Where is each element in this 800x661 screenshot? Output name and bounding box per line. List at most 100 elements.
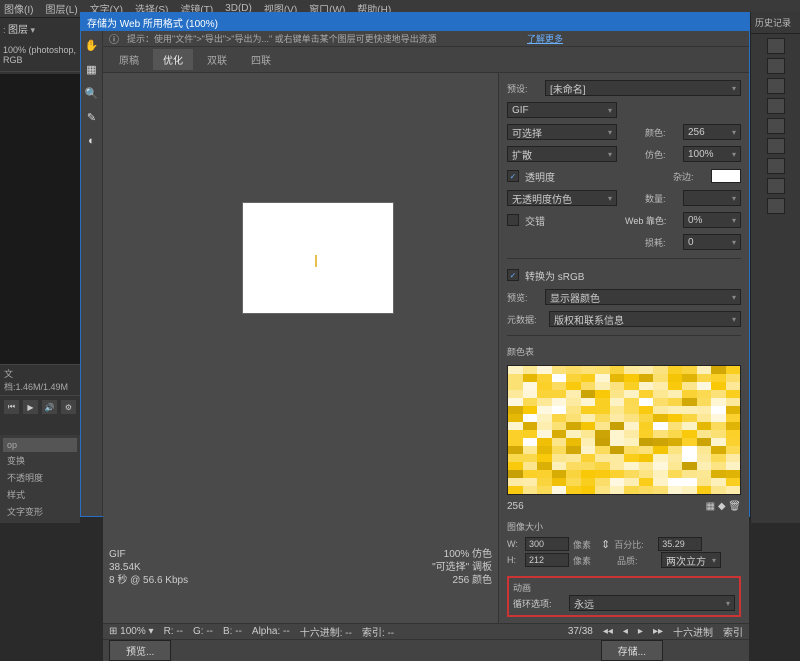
options-bar: : 图层 ▾ bbox=[0, 18, 80, 39]
loop-select[interactable]: 永远 bbox=[569, 595, 735, 611]
interlace-checkbox[interactable] bbox=[507, 214, 519, 226]
lossy-label: 损耗: bbox=[645, 236, 677, 249]
zoom-select[interactable]: ⊞ 100% ▾ bbox=[109, 626, 154, 637]
frame-next-icon[interactable]: ▸ bbox=[638, 626, 643, 637]
link-icon[interactable]: ⇕ bbox=[601, 538, 610, 551]
play-icon[interactable]: ▶ bbox=[23, 400, 38, 414]
status-bar: ⊞ 100% ▾ R: -- G: -- B: -- Alpha: -- 十六进… bbox=[103, 623, 749, 639]
matte-label: 杂边: bbox=[673, 170, 705, 183]
preview-info-left: GIF 38.54K 8 秒 @ 56.6 Kbps bbox=[109, 548, 188, 587]
document-tab[interactable]: 100% (photoshop, RGB bbox=[0, 39, 80, 72]
interlace-label: 交错 bbox=[525, 213, 545, 228]
tab-4up[interactable]: 四联 bbox=[241, 49, 281, 70]
srgb-checkbox[interactable]: ✓ bbox=[507, 269, 519, 281]
preview-tabs: 原稿 优化 双联 四联 bbox=[103, 47, 749, 73]
slice-tool-icon[interactable]: ▦ bbox=[84, 61, 100, 77]
format-select[interactable]: GIF bbox=[507, 102, 617, 118]
panel-icon[interactable] bbox=[767, 118, 785, 134]
matte-swatch[interactable] bbox=[711, 169, 741, 183]
loop-label: 循环选项: bbox=[513, 597, 563, 610]
color-picker-icon[interactable]: ◐ bbox=[84, 133, 100, 149]
menu-item[interactable]: 图层(L) bbox=[45, 1, 77, 16]
panel-item[interactable]: 样式 bbox=[3, 486, 77, 503]
doc-status: 文档:1.46M/1.49M bbox=[0, 364, 80, 395]
timeline-controls: ⏮ ▶ 🔊 ⚙ bbox=[0, 395, 80, 418]
b-value: B: -- bbox=[223, 626, 242, 637]
zoom-tool-icon[interactable]: 🔍 bbox=[84, 85, 100, 101]
diffusion-select[interactable]: 扩散 bbox=[507, 146, 617, 162]
panel-icon[interactable] bbox=[767, 138, 785, 154]
color-table[interactable] bbox=[507, 365, 741, 495]
info-icon: ⓘ bbox=[109, 31, 119, 46]
settings-icon[interactable]: ⚙ bbox=[61, 400, 76, 414]
percent-input[interactable] bbox=[658, 537, 702, 551]
websnap-label: Web 靠色: bbox=[625, 214, 677, 227]
colors-label: 颜色: bbox=[645, 126, 677, 139]
height-input[interactable] bbox=[525, 553, 569, 567]
properties-panel: op 变换 不透明度 样式 文字变形 bbox=[0, 435, 80, 523]
r-value: R: -- bbox=[164, 626, 183, 637]
tab-2up[interactable]: 双联 bbox=[197, 49, 237, 70]
dialog-toolbar: ✋ ▦ 🔍 ✎ ◐ bbox=[81, 31, 103, 516]
g-value: G: -- bbox=[193, 626, 213, 637]
panel-item[interactable]: 文字变形 bbox=[3, 503, 77, 520]
preview-button[interactable]: 预览... bbox=[109, 640, 171, 661]
trans-dither-select[interactable]: 无透明度仿色 bbox=[507, 190, 617, 206]
amount-input[interactable] bbox=[683, 190, 741, 206]
transparency-checkbox[interactable]: ✓ bbox=[507, 170, 519, 182]
frame-back-icon[interactable]: ◂◂ bbox=[603, 626, 613, 637]
px-unit2: 像素 bbox=[573, 554, 597, 567]
panel-icon[interactable] bbox=[767, 178, 785, 194]
right-panels: 历史记录 bbox=[750, 12, 800, 523]
color-table-label: 颜色表 bbox=[507, 345, 741, 358]
save-button[interactable]: 存储... bbox=[601, 640, 663, 661]
websnap-select[interactable]: 0% bbox=[683, 212, 741, 228]
tab-original[interactable]: 原稿 bbox=[109, 49, 149, 70]
preview-info-right: 100% 仿色 "可选择" 调板 256 颜色 bbox=[432, 548, 492, 587]
ct-count: 256 bbox=[507, 501, 524, 512]
panel-item[interactable]: 不透明度 bbox=[3, 469, 77, 486]
image-preview[interactable] bbox=[243, 203, 393, 313]
audio-icon[interactable]: 🔊 bbox=[42, 400, 57, 414]
srgb-label: 转换为 sRGB bbox=[525, 268, 584, 283]
quality-select[interactable]: 两次立方 bbox=[661, 552, 721, 568]
hand-tool-icon[interactable]: ✋ bbox=[84, 37, 100, 53]
panel-tab[interactable]: op bbox=[3, 438, 77, 452]
dialog-title: 存储为 Web 所用格式 (100%) bbox=[81, 13, 749, 31]
frame-fwd-icon[interactable]: ▸▸ bbox=[653, 626, 663, 637]
save-for-web-dialog: 存储为 Web 所用格式 (100%) ✋ ▦ 🔍 ✎ ◐ ⓘ 提示：使用"文件… bbox=[80, 12, 750, 517]
panel-icon[interactable] bbox=[767, 58, 785, 74]
main-canvas-area bbox=[0, 74, 80, 364]
preset-label: 预设: bbox=[507, 82, 539, 95]
play-prev-icon[interactable]: ⏮ bbox=[4, 400, 19, 414]
panel-icon[interactable] bbox=[767, 98, 785, 114]
dither-select[interactable]: 100% bbox=[683, 146, 741, 162]
hex-label: 十六进制 bbox=[673, 624, 713, 639]
preview-mode-label: 预览: bbox=[507, 291, 539, 304]
panel-icon[interactable] bbox=[767, 158, 785, 174]
menu-item[interactable]: 图像(I) bbox=[4, 1, 33, 16]
preset-select[interactable]: [未命名] bbox=[545, 80, 741, 96]
frame-prev-icon[interactable]: ◂ bbox=[623, 626, 628, 637]
ct-tools-icon[interactable]: ▦ ◆ 🗑 bbox=[706, 501, 741, 512]
panel-icon[interactable] bbox=[767, 78, 785, 94]
w-label: W: bbox=[507, 539, 521, 549]
hint-text: 提示：使用"文件">"导出">"导出为..." 或右键单击某个图层可更快速地导出… bbox=[127, 32, 437, 45]
width-input[interactable] bbox=[525, 537, 569, 551]
index-label: 索引 bbox=[723, 624, 743, 639]
panel-item[interactable]: 变换 bbox=[3, 452, 77, 469]
metadata-select[interactable]: 版权和联系信息 bbox=[549, 311, 741, 327]
learn-more-link[interactable]: 了解更多 bbox=[527, 32, 563, 45]
percent-label: 百分比: bbox=[614, 538, 654, 551]
reduction-select[interactable]: 可选择 bbox=[507, 124, 617, 140]
panel-icon[interactable] bbox=[767, 198, 785, 214]
eyedropper-icon[interactable]: ✎ bbox=[84, 109, 100, 125]
history-panel-label[interactable]: 历史记录 bbox=[751, 12, 800, 34]
h-label: H: bbox=[507, 555, 521, 565]
lossy-input[interactable]: 0 bbox=[683, 234, 741, 250]
panel-icon[interactable] bbox=[767, 38, 785, 54]
tab-optimized[interactable]: 优化 bbox=[153, 49, 193, 70]
preview-mode-select[interactable]: 显示器颜色 bbox=[545, 289, 741, 305]
colors-select[interactable]: 256 bbox=[683, 124, 741, 140]
animation-section: 动画 循环选项:永远 bbox=[507, 576, 741, 617]
